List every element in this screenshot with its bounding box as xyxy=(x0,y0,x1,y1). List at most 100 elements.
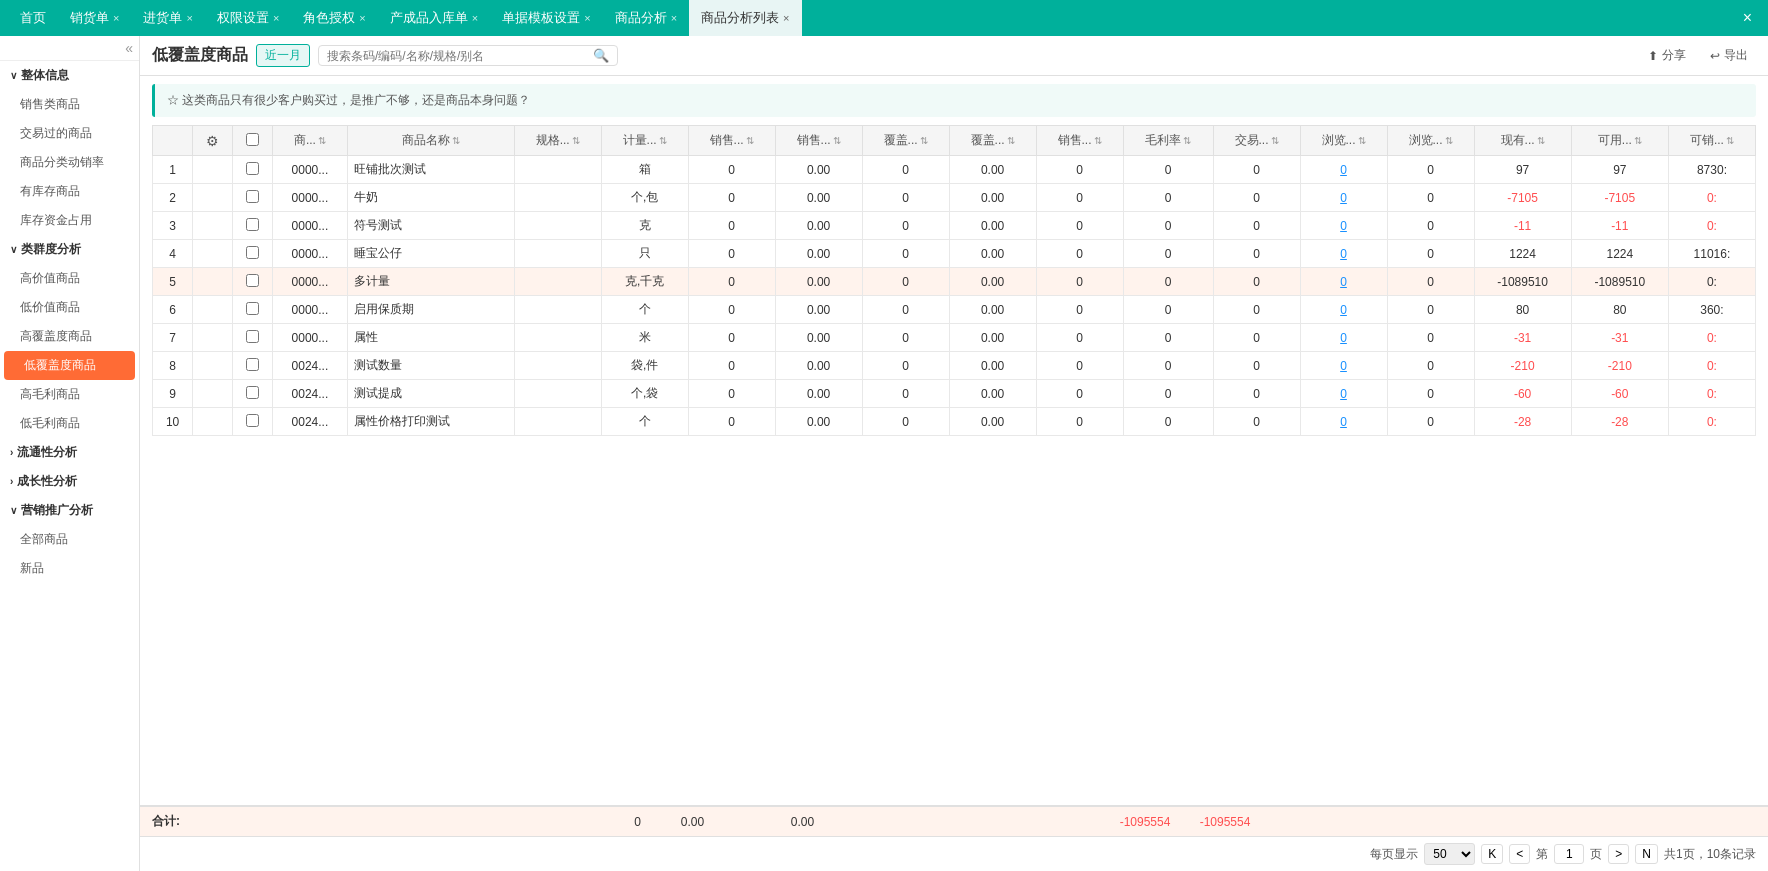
nav-close-role[interactable]: × xyxy=(359,12,365,24)
sidebar-item-low-margin[interactable]: 低毛利商品 xyxy=(0,409,139,438)
th-spec[interactable]: 规格...⇅ xyxy=(514,126,601,156)
share-button[interactable]: ⬆ 分享 xyxy=(1640,45,1694,66)
nav-close-sales[interactable]: × xyxy=(113,12,119,24)
th-cov2[interactable]: 覆盖...⇅ xyxy=(949,126,1036,156)
sidebar-section-growth[interactable]: › 成长性分析 xyxy=(0,467,139,496)
browse1-link[interactable]: 0 xyxy=(1340,415,1347,429)
page-input[interactable] xyxy=(1554,844,1584,864)
cell-browse1[interactable]: 0 xyxy=(1300,352,1387,380)
th-sales-qty[interactable]: 销售...⇅ xyxy=(688,126,775,156)
th-trade[interactable]: 交易...⇅ xyxy=(1213,126,1300,156)
nav-close-analysis-list[interactable]: × xyxy=(783,12,789,24)
last-page-button[interactable]: N xyxy=(1635,844,1658,864)
sidebar-item-high-coverage[interactable]: 高覆盖度商品 xyxy=(0,322,139,351)
select-all-checkbox[interactable] xyxy=(246,133,259,146)
nav-item-analysis[interactable]: 商品分析 × xyxy=(603,0,689,36)
browse1-link[interactable]: 0 xyxy=(1340,331,1347,345)
browse1-link[interactable]: 0 xyxy=(1340,163,1347,177)
cell-browse1[interactable]: 0 xyxy=(1300,212,1387,240)
th-available[interactable]: 可用...⇅ xyxy=(1571,126,1668,156)
cell-browse1[interactable]: 0 xyxy=(1300,296,1387,324)
sidebar-item-stock-capital[interactable]: 库存资金占用 xyxy=(0,206,139,235)
row-checkbox[interactable] xyxy=(246,190,259,203)
sidebar-item-new-products[interactable]: 新品 xyxy=(0,554,139,583)
sidebar-item-sales-products[interactable]: 销售类商品 xyxy=(0,90,139,119)
first-page-button[interactable]: K xyxy=(1481,844,1503,864)
nav-item-role[interactable]: 角色授权 × xyxy=(291,0,377,36)
cell-browse1[interactable]: 0 xyxy=(1300,268,1387,296)
th-gross[interactable]: 毛利率⇅ xyxy=(1123,126,1213,156)
row-checkbox[interactable] xyxy=(246,358,259,371)
cell-unit: 个,袋 xyxy=(601,380,688,408)
sidebar-item-in-stock[interactable]: 有库存商品 xyxy=(0,177,139,206)
sidebar-item-high-value[interactable]: 高价值商品 xyxy=(0,264,139,293)
cell-browse1[interactable]: 0 xyxy=(1300,184,1387,212)
sidebar-item-all-products[interactable]: 全部商品 xyxy=(0,525,139,554)
th-settings[interactable]: ⚙ xyxy=(193,126,233,156)
row-checkbox[interactable] xyxy=(246,162,259,175)
cell-gross: 0 xyxy=(1123,156,1213,184)
page-size-select[interactable]: 50 100 200 xyxy=(1424,843,1475,865)
th-sales-amt[interactable]: 销售...⇅ xyxy=(775,126,862,156)
browse1-link[interactable]: 0 xyxy=(1340,275,1347,289)
sidebar-collapse-button[interactable]: « xyxy=(0,36,139,61)
prev-page-button[interactable]: < xyxy=(1509,844,1530,864)
nav-item-analysis-list[interactable]: 商品分析列表 × xyxy=(689,0,801,36)
time-filter-button[interactable]: 近一月 xyxy=(256,44,310,67)
nav-close-purchase[interactable]: × xyxy=(186,12,192,24)
nav-item-template[interactable]: 单据模板设置 × xyxy=(490,0,602,36)
cell-name: 测试提成 xyxy=(348,380,514,408)
browse1-link[interactable]: 0 xyxy=(1340,303,1347,317)
nav-close-analysis[interactable]: × xyxy=(671,12,677,24)
close-all-button[interactable]: × xyxy=(1735,9,1760,27)
row-checkbox[interactable] xyxy=(246,414,259,427)
browse1-link[interactable]: 0 xyxy=(1340,247,1347,261)
th-code[interactable]: 商...⇅ xyxy=(272,126,348,156)
settings-icon[interactable]: ⚙ xyxy=(206,133,219,149)
cell-browse1[interactable]: 0 xyxy=(1300,408,1387,436)
export-button[interactable]: ↩ 导出 xyxy=(1702,45,1756,66)
row-checkbox[interactable] xyxy=(246,218,259,231)
th-cov1[interactable]: 覆盖...⇅ xyxy=(862,126,949,156)
nav-item-home[interactable]: 首页 xyxy=(8,0,58,36)
th-browse2[interactable]: 浏览...⇅ xyxy=(1387,126,1474,156)
nav-close-template[interactable]: × xyxy=(584,12,590,24)
browse1-link[interactable]: 0 xyxy=(1340,219,1347,233)
row-checkbox[interactable] xyxy=(246,386,259,399)
nav-item-purchase[interactable]: 进货单 × xyxy=(131,0,204,36)
nav-close-product[interactable]: × xyxy=(472,12,478,24)
nav-item-permission[interactable]: 权限设置 × xyxy=(205,0,291,36)
sidebar-item-low-coverage[interactable]: 低覆盖度商品 xyxy=(4,351,135,380)
sidebar-item-low-value[interactable]: 低价值商品 xyxy=(0,293,139,322)
th-name[interactable]: 商品名称⇅ xyxy=(348,126,514,156)
sidebar-item-category-rate[interactable]: 商品分类动销率 xyxy=(0,148,139,177)
search-icon[interactable]: 🔍 xyxy=(593,48,609,63)
row-checkbox[interactable] xyxy=(246,274,259,287)
browse1-link[interactable]: 0 xyxy=(1340,387,1347,401)
row-checkbox[interactable] xyxy=(246,246,259,259)
th-browse1[interactable]: 浏览...⇅ xyxy=(1300,126,1387,156)
sidebar-section-coverage[interactable]: ∨ 类群度分析 xyxy=(0,235,139,264)
nav-close-permission[interactable]: × xyxy=(273,12,279,24)
th-unit[interactable]: 计量...⇅ xyxy=(601,126,688,156)
th-sellable[interactable]: 可销...⇅ xyxy=(1668,126,1755,156)
next-page-button[interactable]: > xyxy=(1608,844,1629,864)
cell-browse1[interactable]: 0 xyxy=(1300,240,1387,268)
th-current[interactable]: 现有...⇅ xyxy=(1474,126,1571,156)
nav-item-product[interactable]: 产成品入库单 × xyxy=(378,0,490,36)
th-sales3[interactable]: 销售...⇅ xyxy=(1036,126,1123,156)
sidebar-section-overall[interactable]: ∨ 整体信息 xyxy=(0,61,139,90)
sidebar-section-marketing[interactable]: ∨ 营销推广分析 xyxy=(0,496,139,525)
sidebar-section-flow[interactable]: › 流通性分析 xyxy=(0,438,139,467)
search-input[interactable] xyxy=(327,49,593,63)
sidebar-item-high-margin[interactable]: 高毛利商品 xyxy=(0,380,139,409)
cell-browse1[interactable]: 0 xyxy=(1300,324,1387,352)
row-checkbox[interactable] xyxy=(246,330,259,343)
cell-browse1[interactable]: 0 xyxy=(1300,380,1387,408)
sidebar-item-traded-products[interactable]: 交易过的商品 xyxy=(0,119,139,148)
row-checkbox[interactable] xyxy=(246,302,259,315)
nav-item-sales[interactable]: 销货单 × xyxy=(58,0,131,36)
browse1-link[interactable]: 0 xyxy=(1340,191,1347,205)
browse1-link[interactable]: 0 xyxy=(1340,359,1347,373)
cell-browse1[interactable]: 0 xyxy=(1300,156,1387,184)
